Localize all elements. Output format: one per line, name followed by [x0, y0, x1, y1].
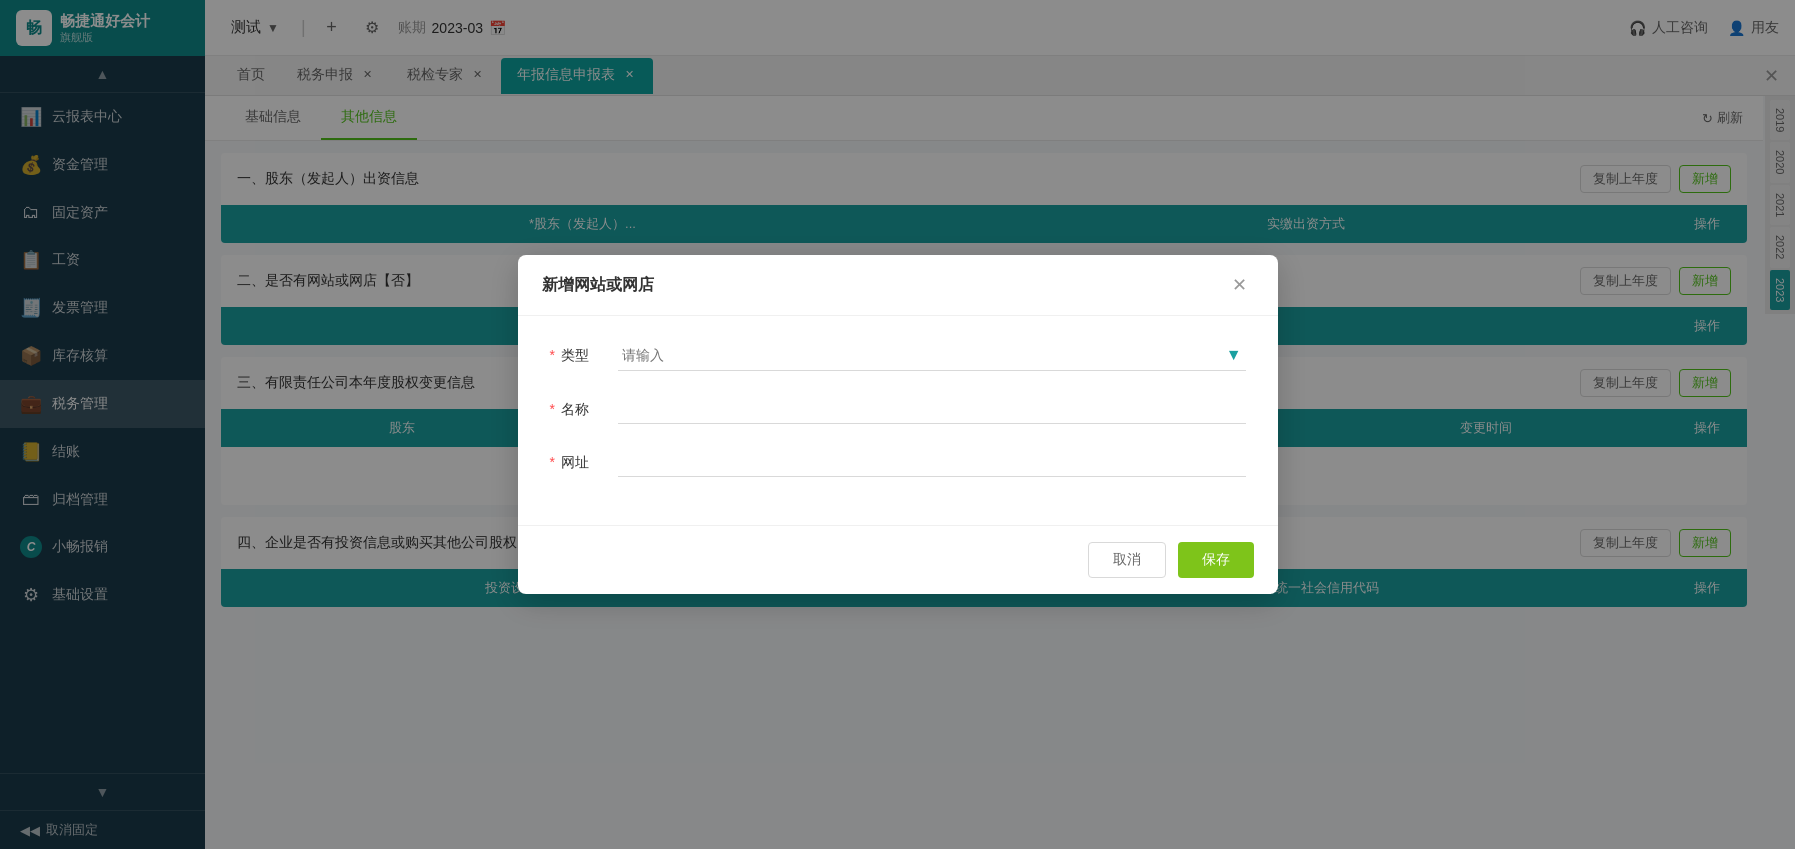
modal-overlay: 新增网站或网店 ✕ * 类型 ▼ * 名称	[0, 0, 1795, 849]
cancel-button[interactable]: 取消	[1088, 542, 1166, 578]
required-name: *	[550, 401, 555, 417]
add-website-modal: 新增网站或网店 ✕ * 类型 ▼ * 名称	[518, 255, 1278, 594]
type-select-input[interactable]	[622, 347, 1226, 363]
form-label-name: * 名称	[550, 401, 610, 419]
required-type: *	[550, 347, 555, 363]
form-label-type: * 类型	[550, 347, 610, 365]
type-select-wrapper: ▼	[618, 340, 1246, 371]
modal-footer: 取消 保存	[518, 525, 1278, 594]
form-item-name: * 名称	[550, 395, 1246, 424]
url-input[interactable]	[618, 448, 1246, 477]
name-input[interactable]	[618, 395, 1246, 424]
form-label-url: * 网址	[550, 454, 610, 472]
form-item-url: * 网址	[550, 448, 1246, 477]
modal-header: 新增网站或网店 ✕	[518, 255, 1278, 316]
form-item-type: * 类型 ▼	[550, 340, 1246, 371]
modal-close-button[interactable]: ✕	[1226, 271, 1254, 299]
modal-body: * 类型 ▼ * 名称 * 网址	[518, 316, 1278, 525]
save-button[interactable]: 保存	[1178, 542, 1254, 578]
type-dropdown-icon[interactable]: ▼	[1226, 346, 1242, 364]
modal-close-icon: ✕	[1232, 274, 1247, 296]
required-url: *	[550, 454, 555, 470]
modal-title: 新增网站或网店	[542, 275, 654, 296]
